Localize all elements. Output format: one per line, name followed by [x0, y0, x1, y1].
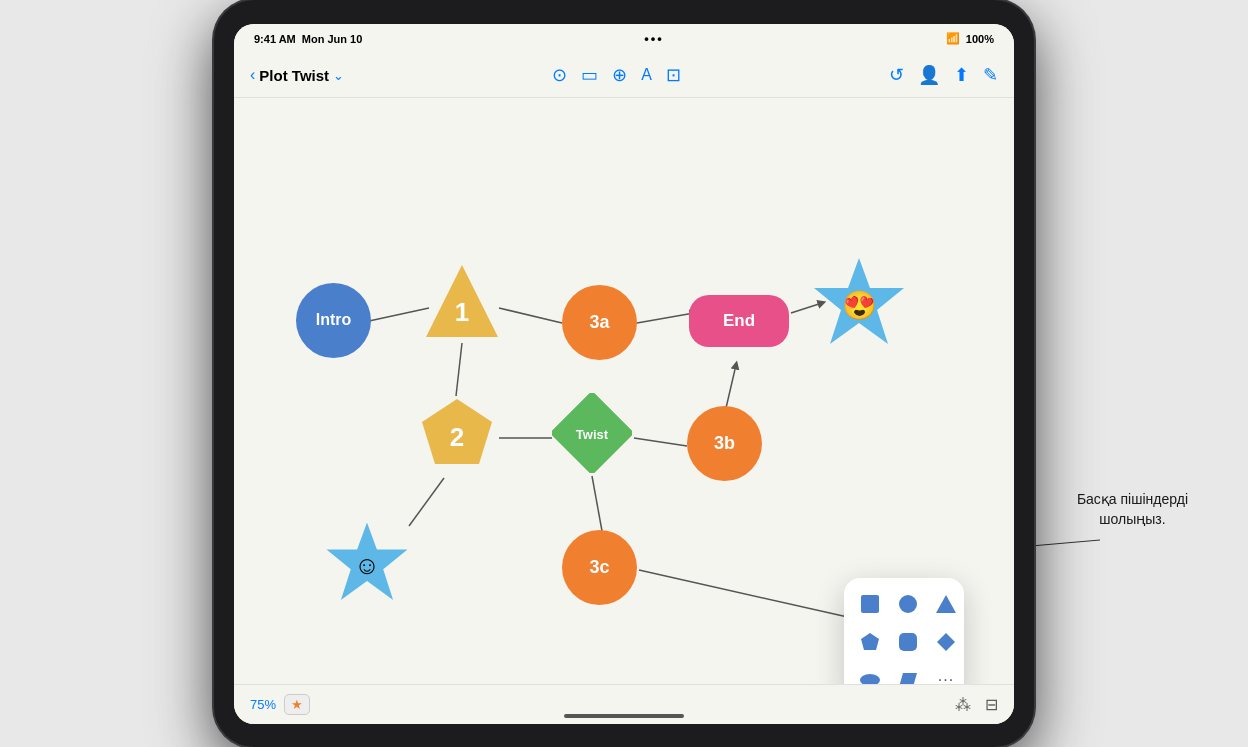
svg-rect-28: [899, 633, 917, 651]
svg-line-4: [637, 313, 694, 323]
toolbar: ‹ Plot Twist ⌄ ⊙ ▭ ⊕ A ⊡ ↺ 👤 ⬆ ✎: [234, 54, 1014, 98]
svg-line-9: [726, 365, 736, 408]
svg-marker-26: [936, 595, 956, 613]
shape-tool-icon[interactable]: ⊙: [552, 64, 567, 86]
svg-rect-24: [861, 595, 879, 613]
svg-marker-27: [861, 633, 879, 650]
node-end[interactable]: End: [689, 295, 789, 347]
share-icon[interactable]: ⬆: [954, 64, 969, 86]
shape-btn-ellipse[interactable]: [854, 664, 886, 684]
svg-text:Twist: Twist: [576, 427, 609, 442]
media-tool-icon[interactable]: ⊡: [666, 64, 681, 86]
node-2[interactable]: 2: [417, 394, 497, 474]
status-bar: 9:41 AM Mon Jun 10 ••• 📶 100%: [234, 24, 1014, 54]
svg-point-30: [860, 674, 880, 684]
node-3c[interactable]: 3c: [562, 530, 637, 605]
document-title: Plot Twist: [259, 67, 329, 84]
table-tool-icon[interactable]: ▭: [581, 64, 598, 86]
text-tool-icon[interactable]: A: [641, 66, 652, 84]
svg-line-8: [634, 438, 687, 446]
layout-icon[interactable]: ⊟: [985, 695, 998, 714]
shape-picker-popup: ···: [844, 578, 964, 684]
svg-text:☺: ☺: [354, 550, 380, 578]
node-star2[interactable]: ☺: [322, 518, 412, 608]
status-date: Mon Jun 10: [302, 33, 363, 45]
node-twist[interactable]: Twist: [552, 393, 632, 473]
svg-line-2: [369, 308, 429, 321]
svg-line-12: [639, 570, 852, 618]
dots-icon: •••: [644, 31, 664, 46]
collaborate-icon[interactable]: 👤: [918, 64, 940, 86]
node-3a[interactable]: 3a: [562, 285, 637, 360]
zoom-level: 75%: [250, 697, 276, 712]
edit-icon[interactable]: ✎: [983, 64, 998, 86]
wifi-icon: 📶: [946, 32, 960, 45]
home-indicator: [564, 714, 684, 718]
bottom-bar: 75% ★ ⁂ ⊟: [234, 684, 1014, 724]
svg-point-25: [899, 595, 917, 613]
shape-btn-more[interactable]: ···: [930, 664, 962, 684]
undo-icon[interactable]: ↺: [889, 64, 904, 86]
svg-marker-29: [937, 633, 955, 651]
svg-line-6: [456, 343, 462, 396]
title-dropdown-icon[interactable]: ⌄: [333, 68, 344, 83]
svg-line-10: [409, 478, 444, 526]
shape-btn-square[interactable]: [854, 588, 886, 620]
svg-text:2: 2: [450, 422, 464, 452]
canvas-area: Intro 1 3a End: [234, 98, 1014, 684]
annotation-bottom: Басқа пішіндерді шолыңыз.: [1077, 490, 1188, 529]
node-1[interactable]: 1: [422, 261, 502, 341]
svg-marker-31: [899, 673, 917, 684]
shape-btn-rounded-square[interactable]: [892, 626, 924, 658]
shape-btn-circle[interactable]: [892, 588, 924, 620]
shape-btn-parallelogram[interactable]: [892, 664, 924, 684]
shape-btn-pentagon[interactable]: [854, 626, 886, 658]
svg-line-3: [499, 308, 562, 323]
node-intro[interactable]: Intro: [296, 283, 371, 358]
node-3b[interactable]: 3b: [687, 406, 762, 481]
ipad-frame: 9:41 AM Mon Jun 10 ••• 📶 100% ‹ Plot Twi…: [214, 0, 1034, 747]
status-time: 9:41 AM: [254, 33, 296, 45]
ipad-screen: 9:41 AM Mon Jun 10 ••• 📶 100% ‹ Plot Twi…: [234, 24, 1014, 724]
chart-tool-icon[interactable]: ⊕: [612, 64, 627, 86]
star-badge[interactable]: ★: [284, 694, 310, 715]
node-star1[interactable]: 😍: [809, 253, 909, 353]
scatter-icon[interactable]: ⁂: [955, 695, 971, 714]
battery-label: 100%: [966, 33, 994, 45]
svg-text:😍: 😍: [842, 289, 877, 322]
back-chevron-icon[interactable]: ‹: [250, 66, 255, 84]
shape-btn-triangle[interactable]: [930, 588, 962, 620]
svg-line-11: [592, 476, 602, 531]
svg-text:1: 1: [455, 297, 469, 327]
shape-btn-diamond[interactable]: [930, 626, 962, 658]
